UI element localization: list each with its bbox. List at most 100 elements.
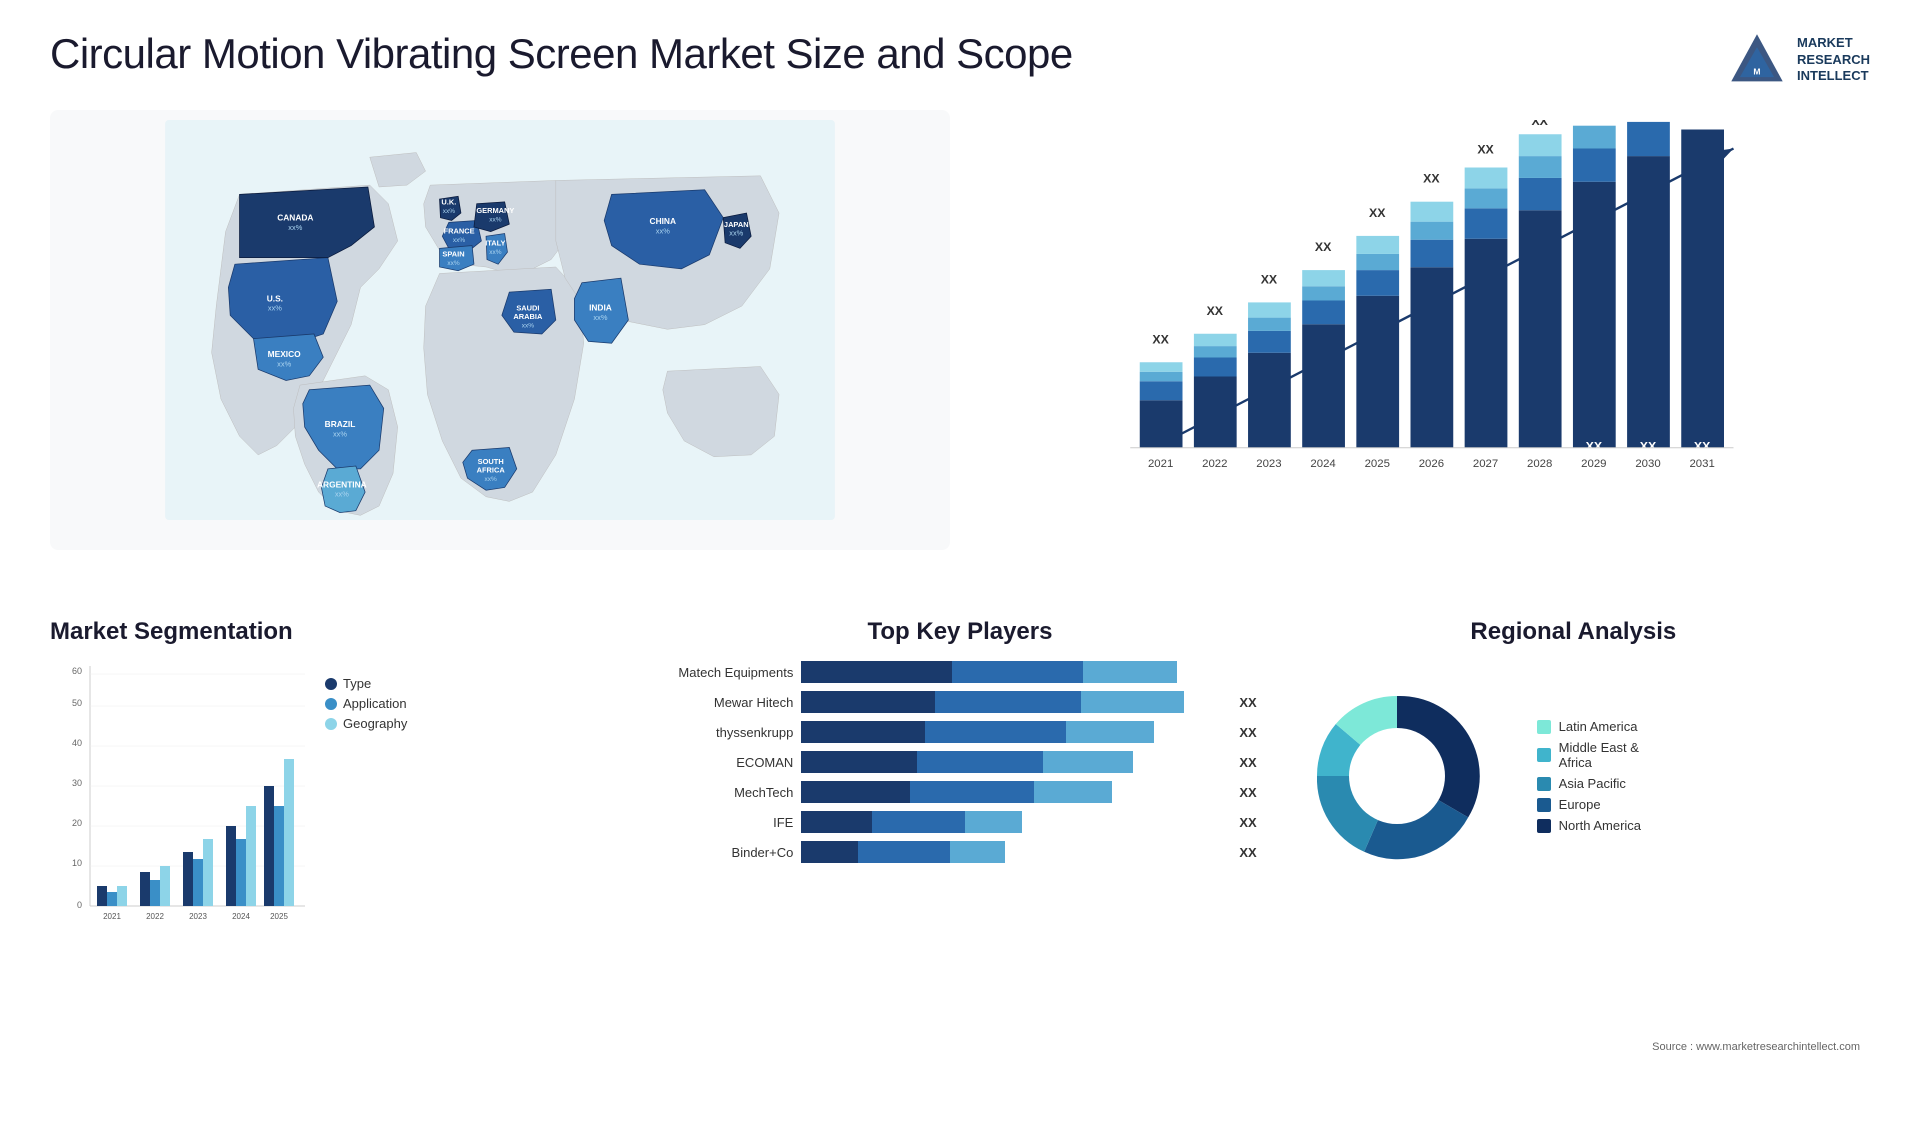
svg-text:xx%: xx% [485, 476, 498, 483]
svg-text:xx%: xx% [277, 360, 291, 369]
svg-text:ARABIA: ARABIA [513, 312, 543, 321]
player-value-binder: XX [1239, 845, 1256, 860]
svg-text:XX: XX [1369, 206, 1386, 220]
player-bar-binder [801, 841, 1226, 863]
map-section: CANADA xx% U.S. xx% MEXICO xx% BRAZIL xx… [50, 110, 950, 550]
svg-text:2027: 2027 [1473, 458, 1498, 470]
svg-text:2026: 2026 [1419, 458, 1444, 470]
svg-text:2025: 2025 [1365, 458, 1390, 470]
segmentation-legend: Type Application Geography [325, 676, 407, 736]
legend-geography: Geography [325, 716, 407, 731]
svg-text:xx%: xx% [268, 304, 282, 313]
latin-america-label: Latin America [1559, 719, 1638, 734]
legend-europe: Europe [1537, 797, 1641, 812]
player-bar-thyssen [801, 721, 1226, 743]
svg-text:CANADA: CANADA [277, 212, 313, 222]
segmentation-title: Market Segmentation [50, 618, 643, 646]
player-name-ife: IFE [673, 815, 793, 830]
bottom-section: Market Segmentation 0 10 20 30 40 50 60 [50, 618, 1870, 1058]
svg-text:xx%: xx% [453, 237, 466, 244]
svg-text:BRAZIL: BRAZIL [325, 419, 356, 429]
player-row-thyssen: thyssenkrupp XX [673, 721, 1256, 743]
player-row-matech: Matech Equipments [673, 661, 1256, 683]
player-name-ecoman: ECOMAN [673, 755, 793, 770]
svg-text:2025: 2025 [270, 912, 288, 921]
main-content: CANADA xx% U.S. xx% MEXICO xx% BRAZIL xx… [50, 110, 1870, 1106]
asia-pacific-color [1537, 777, 1551, 791]
svg-text:XX: XX [1315, 240, 1332, 254]
svg-text:50: 50 [72, 698, 82, 708]
svg-text:xx%: xx% [593, 313, 607, 322]
player-row-binder: Binder+Co XX [673, 841, 1256, 863]
application-label: Application [343, 696, 407, 711]
logo-icon: M [1727, 30, 1787, 90]
player-name-binder: Binder+Co [673, 845, 793, 860]
player-row-ecoman: ECOMAN XX [673, 751, 1256, 773]
middle-east-africa-label: Middle East &Africa [1559, 740, 1639, 770]
svg-text:INDIA: INDIA [589, 303, 612, 313]
latin-america-color [1537, 720, 1551, 734]
svg-text:XX: XX [1694, 440, 1711, 454]
svg-text:GERMANY: GERMANY [476, 206, 514, 215]
svg-text:0: 0 [77, 900, 82, 910]
application-color [325, 698, 337, 710]
player-row-mechtech: MechTech XX [673, 781, 1256, 803]
svg-text:2021: 2021 [1148, 458, 1173, 470]
type-label: Type [343, 676, 371, 691]
regional-section: Regional Analysis [1277, 618, 1870, 1058]
player-bar-matech [801, 661, 1243, 683]
player-value-ecoman: XX [1239, 755, 1256, 770]
svg-text:2022: 2022 [146, 912, 164, 921]
svg-text:10: 10 [72, 858, 82, 868]
svg-text:xx%: xx% [335, 490, 349, 499]
legend-middle-east-africa: Middle East &Africa [1537, 740, 1641, 770]
svg-text:XX: XX [1586, 440, 1603, 454]
regional-legend: Latin America Middle East &Africa Asia P… [1537, 719, 1641, 833]
donut-container: Latin America Middle East &Africa Asia P… [1277, 656, 1870, 896]
svg-text:XX: XX [1640, 440, 1657, 454]
svg-text:ARGENTINA: ARGENTINA [317, 479, 367, 489]
type-color [325, 678, 337, 690]
svg-text:xx%: xx% [288, 223, 302, 232]
svg-text:2023: 2023 [1256, 458, 1281, 470]
svg-text:2024: 2024 [232, 912, 250, 921]
players-title: Top Key Players [663, 618, 1256, 646]
svg-text:xx%: xx% [729, 228, 743, 237]
legend-type: Type [325, 676, 407, 691]
svg-text:XX: XX [1531, 120, 1548, 128]
svg-text:xx%: xx% [656, 226, 670, 235]
player-name-mewar: Mewar Hitech [673, 695, 793, 710]
page-container: Circular Motion Vibrating Screen Market … [0, 0, 1920, 1146]
svg-text:30: 30 [72, 778, 82, 788]
svg-text:2024: 2024 [1310, 458, 1335, 470]
svg-text:XX: XX [1261, 272, 1278, 286]
svg-text:xx%: xx% [522, 322, 535, 329]
asia-pacific-label: Asia Pacific [1559, 776, 1626, 791]
north-america-label: North America [1559, 818, 1641, 833]
svg-text:ITALY: ITALY [485, 239, 505, 248]
player-value-mechtech: XX [1239, 785, 1256, 800]
svg-text:M: M [1753, 67, 1760, 77]
svg-text:2030: 2030 [1635, 458, 1660, 470]
player-row-mewar: Mewar Hitech XX [673, 691, 1256, 713]
geography-color [325, 718, 337, 730]
legend-north-america: North America [1537, 818, 1641, 833]
player-row-ife: IFE XX [673, 811, 1256, 833]
svg-text:U.K.: U.K. [441, 198, 456, 207]
middle-east-africa-color [1537, 748, 1551, 762]
donut-chart-svg [1277, 656, 1517, 896]
europe-color [1537, 798, 1551, 812]
svg-text:20: 20 [72, 818, 82, 828]
growth-chart-svg: XX XX XX XX [990, 120, 1850, 500]
svg-text:40: 40 [72, 738, 82, 748]
svg-text:60: 60 [72, 666, 82, 676]
svg-text:SPAIN: SPAIN [442, 250, 464, 259]
svg-text:xx%: xx% [489, 216, 502, 223]
player-bar-mechtech [801, 781, 1226, 803]
regional-title: Regional Analysis [1277, 618, 1870, 646]
logo-container: M MARKET RESEARCH INTELLECT [1727, 30, 1870, 90]
svg-text:AFRICA: AFRICA [477, 466, 506, 475]
player-bar-mewar [801, 691, 1226, 713]
player-name-matech: Matech Equipments [673, 665, 793, 680]
player-name-thyssen: thyssenkrupp [673, 725, 793, 740]
